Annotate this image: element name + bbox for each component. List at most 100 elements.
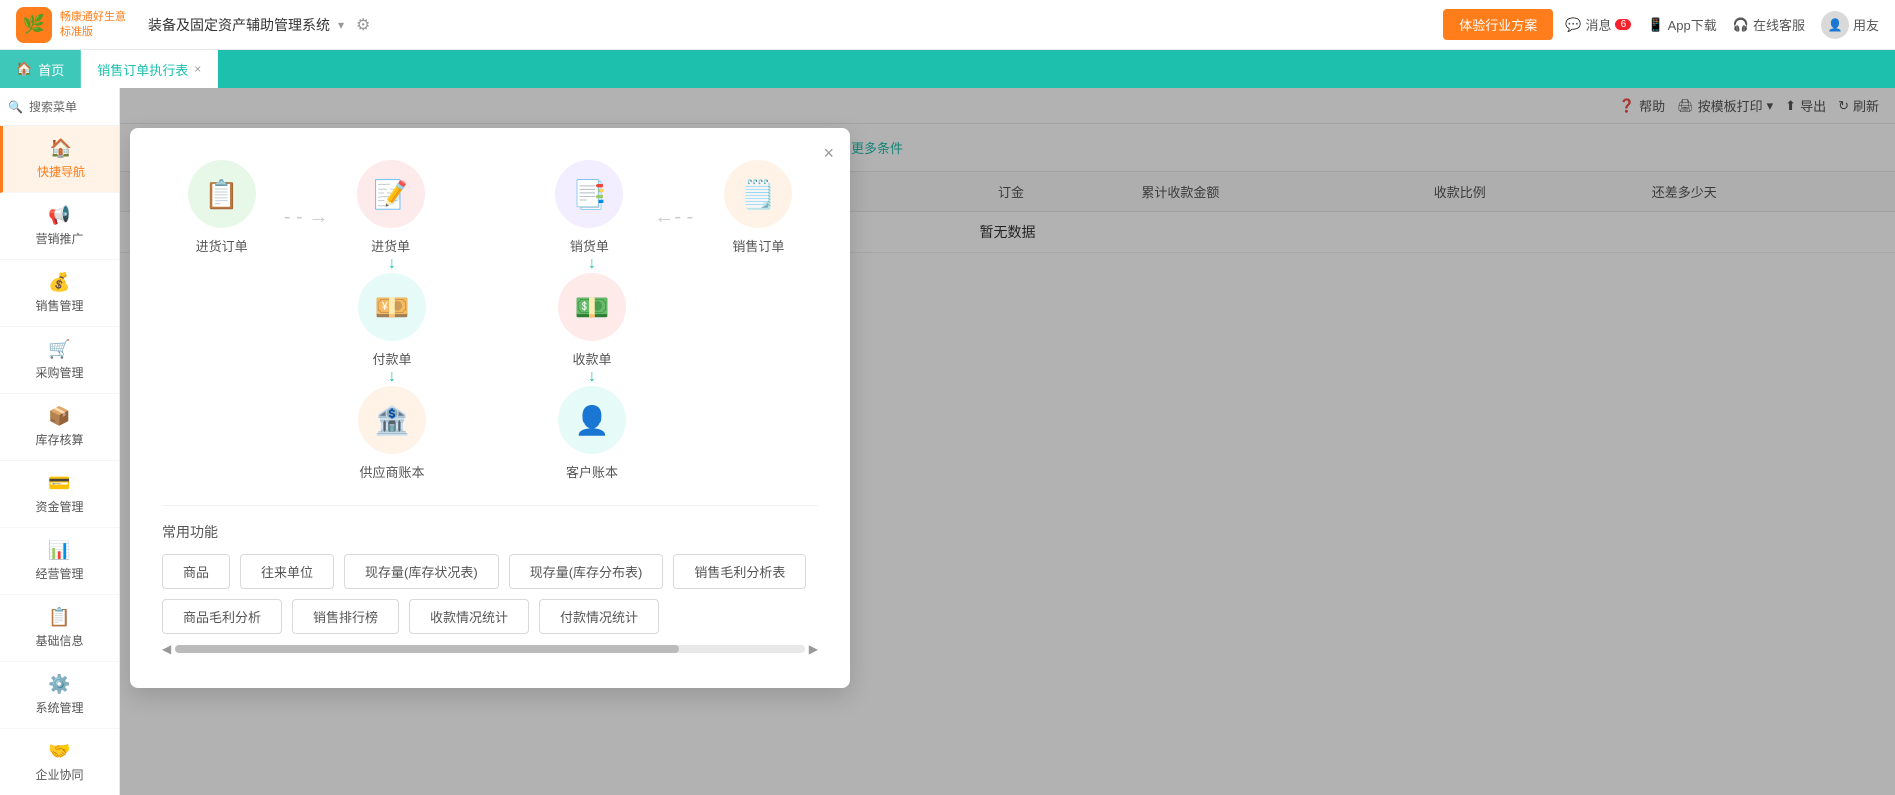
home-icon: 🏠 bbox=[16, 61, 32, 77]
flow-item-customer-ledger: 👤 客户账本 bbox=[532, 386, 652, 481]
sidebar-item-inventory[interactable]: 📦 库存核算 bbox=[0, 394, 119, 461]
system-icon: ⚙️ bbox=[48, 674, 70, 695]
header-right: 💬 消息 6 📱 App下载 🎧 在线客服 👤 用友 bbox=[1565, 11, 1879, 39]
system-title-text: 装备及固定资产辅助管理系统 bbox=[148, 15, 330, 35]
purchase-bill-circle[interactable]: 📝 bbox=[357, 160, 425, 228]
receipt-bill-circle[interactable]: 💵 bbox=[558, 273, 626, 341]
arrow-pb-down: ↓ bbox=[388, 255, 396, 273]
flow-item-purchase-bill: 📝 进货单 bbox=[331, 160, 450, 255]
func-goods[interactable]: 商品 bbox=[162, 554, 230, 589]
func-payment-stats[interactable]: 付款情况统计 bbox=[539, 599, 659, 634]
message-button[interactable]: 💬 消息 6 bbox=[1565, 15, 1631, 34]
scrollbar-right-arrow[interactable]: ▶ bbox=[809, 642, 818, 656]
arrow-po-to-pb: - - → bbox=[284, 206, 328, 229]
message-badge: 6 bbox=[1615, 19, 1631, 30]
flow-item-supplier-ledger: 🏦 供应商账本 bbox=[332, 386, 452, 481]
modal-close-button[interactable]: × bbox=[823, 144, 834, 162]
basic-info-icon: 📋 bbox=[48, 607, 70, 628]
sidebar-item-basic-info[interactable]: 📋 基础信息 bbox=[0, 595, 119, 662]
modal-scrollbar: ◀ ▶ bbox=[162, 634, 818, 656]
sidebar-item-purchase[interactable]: 🛒 采购管理 bbox=[0, 327, 119, 394]
logo-icon: 🌿 bbox=[16, 7, 52, 43]
supplier-ledger-icon: 🏦 bbox=[375, 404, 410, 437]
func-inventory-dist[interactable]: 现存量(库存分布表) bbox=[509, 554, 664, 589]
purchase-order-circle[interactable]: 📋 bbox=[188, 160, 256, 228]
func-buttons: 商品 往来单位 现存量(库存状况表) 现存量(库存分布表) 销售毛利分析表 商品… bbox=[162, 554, 818, 634]
flow-item-sales-order: 🗒️ 销售订单 bbox=[699, 160, 818, 255]
logo-area: 🌿 畅康通好生意 标准版 bbox=[16, 7, 136, 43]
sales-bill-icon: 📑 bbox=[572, 178, 607, 211]
sidebar-item-finance[interactable]: 💳 资金管理 bbox=[0, 461, 119, 528]
content-area: ❓ 帮助 🖨 按模板打印 ▾ ⬆ 导出 ↻ 刷新 yyyy-mm-dd 📅 bbox=[120, 88, 1895, 795]
arrow-so-to-sb: ←- - bbox=[654, 206, 693, 229]
func-goods-margin[interactable]: 商品毛利分析 bbox=[162, 599, 282, 634]
sales-bill-circle[interactable]: 📑 bbox=[555, 160, 623, 228]
enterprise-icon: 🤝 bbox=[48, 741, 70, 762]
flow-item-purchase-order: 📋 进货订单 bbox=[162, 160, 281, 255]
func-sales-rank[interactable]: 销售排行榜 bbox=[292, 599, 399, 634]
logo-text: 畅康通好生意 标准版 bbox=[60, 10, 126, 39]
search-icon: 🔍 bbox=[8, 100, 23, 114]
flow-item-payment-bill: 💴 付款单 bbox=[332, 273, 452, 368]
tab-close-icon[interactable]: × bbox=[194, 62, 201, 76]
operation-icon: 📊 bbox=[48, 540, 70, 561]
purchase-order-icon: 📋 bbox=[204, 178, 239, 211]
payment-bill-circle[interactable]: 💴 bbox=[358, 273, 426, 341]
customer-ledger-circle[interactable]: 👤 bbox=[558, 386, 626, 454]
scrollbar-track[interactable] bbox=[175, 645, 805, 653]
sidebar-item-quick-nav[interactable]: 🏠 快捷导航 bbox=[0, 126, 119, 193]
sales-order-circle[interactable]: 🗒️ bbox=[724, 160, 792, 228]
flow-item-sales-bill: 📑 销货单 bbox=[530, 160, 649, 255]
online-service-button[interactable]: 🎧 在线客服 bbox=[1733, 15, 1805, 34]
purchase-icon: 🛒 bbox=[48, 339, 70, 360]
system-title-area: 装备及固定资产辅助管理系统 ▾ ⚙ bbox=[148, 15, 1431, 35]
arrow-rec-down: ↓ bbox=[588, 368, 596, 386]
trial-button[interactable]: 体验行业方案 bbox=[1443, 9, 1553, 40]
home-sidebar-icon: 🏠 bbox=[50, 138, 72, 159]
common-functions-title: 常用功能 bbox=[162, 522, 818, 542]
user-menu[interactable]: 👤 用友 bbox=[1821, 11, 1879, 39]
tab-bar: 🏠 首页 销售订单执行表 × bbox=[0, 50, 1895, 88]
sales-icon: 💰 bbox=[48, 272, 70, 293]
app-download-button[interactable]: 📱 App下载 bbox=[1647, 15, 1716, 34]
avatar: 👤 bbox=[1821, 11, 1849, 39]
func-sales-margin[interactable]: 销售毛利分析表 bbox=[673, 554, 806, 589]
flow-section: 📋 进货订单 - - → 📝 进货 bbox=[162, 160, 818, 481]
func-inventory-status[interactable]: 现存量(库存状况表) bbox=[344, 554, 499, 589]
sidebar-item-system[interactable]: ⚙️ 系统管理 bbox=[0, 662, 119, 729]
tab-sales-order-exec[interactable]: 销售订单执行表 × bbox=[81, 50, 218, 88]
scrollbar-thumb bbox=[175, 645, 679, 653]
marketing-icon: 📢 bbox=[48, 205, 70, 226]
func-contacts[interactable]: 往来单位 bbox=[240, 554, 334, 589]
sidebar-item-enterprise[interactable]: 🤝 企业协同 bbox=[0, 729, 119, 795]
finance-icon: 💳 bbox=[48, 473, 70, 494]
sidebar-item-operation[interactable]: 📊 经营管理 bbox=[0, 528, 119, 595]
supplier-ledger-circle[interactable]: 🏦 bbox=[358, 386, 426, 454]
chevron-down-icon[interactable]: ▾ bbox=[338, 18, 344, 32]
sidebar: 🔍 搜索菜单 🏠 快捷导航 📢 营销推广 💰 销售管理 🛒 采购管理 📦 库存核… bbox=[0, 88, 120, 795]
headset-icon: 🎧 bbox=[1733, 17, 1749, 33]
sidebar-item-marketing[interactable]: 📢 营销推广 bbox=[0, 193, 119, 260]
phone-icon: 📱 bbox=[1647, 17, 1663, 33]
flow-item-receipt-bill: 💵 收款单 bbox=[532, 273, 652, 368]
tab-home[interactable]: 🏠 首页 bbox=[0, 50, 81, 88]
inventory-icon: 📦 bbox=[48, 406, 70, 427]
modal-overlay[interactable]: × 📋 进货订单 - - → bbox=[120, 88, 1895, 795]
func-receipt-stats[interactable]: 收款情况统计 bbox=[409, 599, 529, 634]
receipt-bill-icon: 💵 bbox=[575, 291, 610, 324]
arrow-sb-down: ↓ bbox=[588, 255, 596, 273]
sidebar-item-sales[interactable]: 💰 销售管理 bbox=[0, 260, 119, 327]
top-header: 🌿 畅康通好生意 标准版 装备及固定资产辅助管理系统 ▾ ⚙ 体验行业方案 💬 … bbox=[0, 0, 1895, 50]
payment-bill-icon: 💴 bbox=[375, 291, 410, 324]
scrollbar-left-arrow[interactable]: ◀ bbox=[162, 642, 171, 656]
sidebar-search[interactable]: 🔍 搜索菜单 bbox=[0, 88, 119, 126]
customer-ledger-icon: 👤 bbox=[575, 404, 610, 437]
sales-order-icon: 🗒️ bbox=[741, 178, 776, 211]
arrow-pay-down: ↓ bbox=[388, 368, 396, 386]
common-functions: 常用功能 商品 往来单位 现存量(库存状况表) 现存量(库存分布表) 销售毛利分… bbox=[162, 505, 818, 634]
purchase-bill-icon: 📝 bbox=[373, 178, 408, 211]
gear-icon[interactable]: ⚙ bbox=[356, 15, 370, 35]
message-icon: 💬 bbox=[1565, 17, 1581, 33]
modal-box: × 📋 进货订单 - - → bbox=[130, 128, 850, 688]
main-layout: 🔍 搜索菜单 🏠 快捷导航 📢 营销推广 💰 销售管理 🛒 采购管理 📦 库存核… bbox=[0, 88, 1895, 795]
